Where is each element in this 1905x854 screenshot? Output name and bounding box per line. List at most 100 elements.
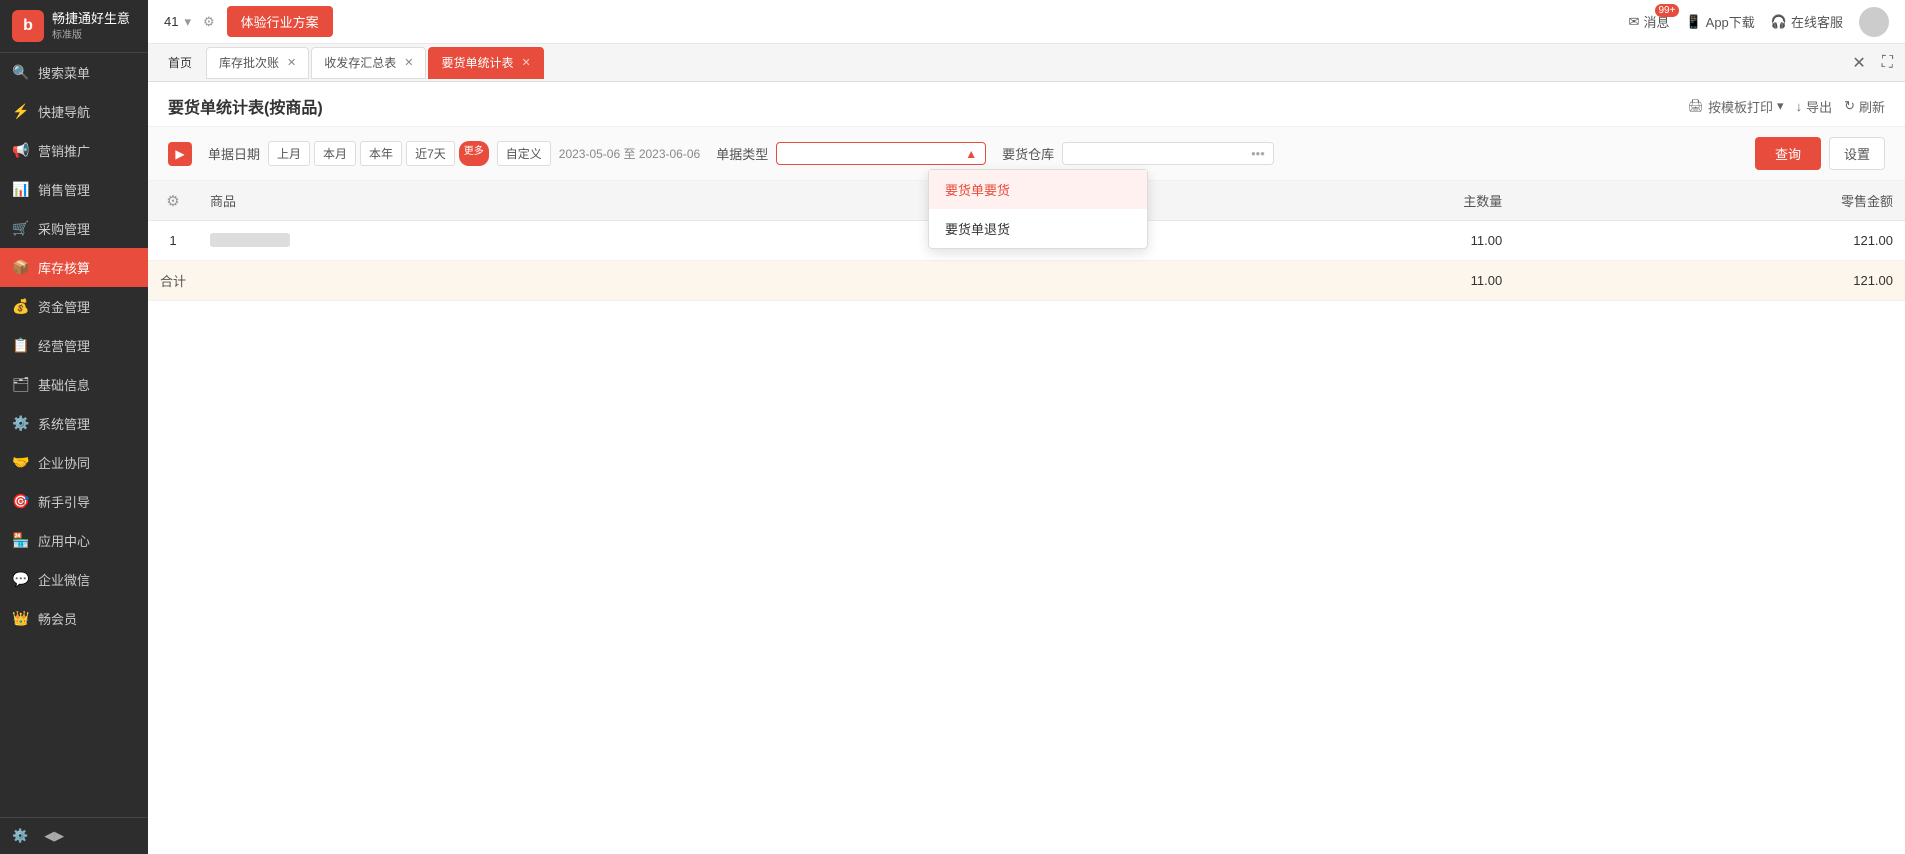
sidebar-item-label: 资金管理 — [38, 297, 90, 316]
col-amount: 零售金额 — [1514, 181, 1905, 221]
filter-type-select[interactable]: ▲ — [776, 142, 986, 165]
refresh-icon: ↻ — [1844, 98, 1855, 114]
sidebar-item-newbie[interactable]: 🎯 新手引导 — [0, 482, 148, 521]
sidebar-search-label: 搜索菜单 — [38, 63, 90, 82]
sidebar-item-marketing[interactable]: 📢 营销推广 — [0, 131, 148, 170]
wechat-icon: 💬 — [12, 571, 30, 588]
topbar-gear-icon[interactable]: ⚙ — [203, 14, 215, 30]
main-area: 41 ▾ ⚙ 体验行业方案 ✉ 消息 99+ 📱 App下载 🎧 在线客服 — [148, 0, 1905, 854]
store-selector[interactable]: 41 ▾ — [164, 14, 191, 30]
sidebar-item-label: 新手引导 — [38, 492, 90, 511]
settings-button[interactable]: 设置 — [1829, 137, 1885, 170]
product-blurred-text — [210, 233, 290, 247]
refresh-btn[interactable]: ↻ 刷新 — [1844, 97, 1885, 116]
member-icon: 👑 — [12, 610, 30, 627]
col-product: 商品 — [198, 181, 733, 221]
print-chevron-icon: ▾ — [1777, 98, 1784, 114]
tab-requisition-close[interactable]: ✕ — [522, 56, 531, 69]
export-icon: ↓ — [1796, 99, 1803, 114]
filter-warehouse-more-icon: ••• — [1251, 146, 1265, 161]
sidebar-item-enterprise[interactable]: 🤝 企业协同 — [0, 443, 148, 482]
sidebar-item-sales[interactable]: 📊 销售管理 — [0, 170, 148, 209]
export-label: 导出 — [1806, 97, 1832, 116]
tab-collect-label: 收发存汇总表 — [324, 54, 396, 71]
export-btn[interactable]: ↓ 导出 — [1796, 97, 1833, 116]
print-template-btn[interactable]: 🖨 按模板打印 ▾ — [1688, 97, 1784, 116]
tab-home-label: 首页 — [168, 54, 192, 71]
table-settings-icon[interactable]: ⚙ — [166, 193, 179, 210]
sidebar-item-finance[interactable]: 💰 资金管理 — [0, 287, 148, 326]
filter-date-group: 单据日期 上月 本月 本年 近7天 更多 自定义 2023-05-06 至 20… — [208, 141, 700, 166]
tabs-close-all-btn[interactable]: ✕ — [1848, 49, 1869, 77]
tabs-bar: 首页 库存批次账 ✕ 收发存汇总表 ✕ 要货单统计表 ✕ ✕ ⛶ — [148, 44, 1905, 82]
app-name: 畅捷通好生意 — [52, 11, 130, 27]
sidebar-item-member[interactable]: 👑 畅会员 — [0, 599, 148, 638]
filter-bar: ▶ 单据日期 上月 本月 本年 近7天 更多 自定义 2023-05-06 至 … — [148, 127, 1905, 181]
app-download-btn[interactable]: 📱 App下载 — [1685, 12, 1754, 31]
sidebar-item-system[interactable]: ⚙️ 系统管理 — [0, 404, 148, 443]
filter-warehouse-input[interactable] — [1071, 146, 1247, 161]
basic-icon: 🗂 — [12, 376, 30, 393]
app-sub: 标准版 — [52, 26, 130, 41]
print-icon: 🖨 — [1688, 98, 1705, 114]
tab-requisition[interactable]: 要货单统计表 ✕ — [428, 47, 543, 79]
sidebar-item-wechat[interactable]: 💬 企业微信 — [0, 560, 148, 599]
filter-warehouse-label: 要货仓库 — [1002, 144, 1054, 163]
page-title: 要货单统计表(按商品) — [168, 94, 323, 118]
sidebar-item-search[interactable]: 🔍 搜索菜单 — [0, 53, 148, 92]
tab-requisition-label: 要货单统计表 — [441, 54, 513, 71]
filter-last-7days-btn[interactable]: 近7天 — [406, 141, 455, 166]
topbar-right: ✉ 消息 99+ 📱 App下载 🎧 在线客服 — [1629, 7, 1889, 37]
search-icon: 🔍 — [12, 64, 30, 81]
tab-collect-close[interactable]: ✕ — [404, 56, 413, 69]
sidebar-item-appstore[interactable]: 🏪 应用中心 — [0, 521, 148, 560]
filter-this-month-btn[interactable]: 本月 — [314, 141, 356, 166]
messages-btn[interactable]: ✉ 消息 99+ — [1629, 12, 1670, 31]
sidebar-item-label: 营销推广 — [38, 141, 90, 160]
filter-date-buttons: 上月 本月 本年 近7天 更多 — [268, 141, 489, 166]
col-quantity-label: 主数量 — [1463, 194, 1502, 209]
query-button[interactable]: 查询 — [1755, 137, 1821, 170]
sidebar-item-label: 畅会员 — [38, 609, 77, 628]
sidebar-item-label: 系统管理 — [38, 414, 90, 433]
sidebar-item-quicknav[interactable]: ⚡ 快捷导航 — [0, 92, 148, 131]
filter-last-month-btn[interactable]: 上月 — [268, 141, 310, 166]
filter-expand-btn[interactable]: ▶ — [168, 142, 192, 166]
online-service-btn[interactable]: 🎧 在线客服 — [1771, 12, 1843, 31]
user-avatar[interactable] — [1859, 7, 1889, 37]
settings-icon[interactable]: ⚙️ — [12, 828, 28, 844]
sidebar-item-inventory[interactable]: 📦 库存核算 — [0, 248, 148, 287]
tabs-expand-btn[interactable]: ⛶ — [1878, 50, 1897, 76]
sidebar-item-label: 基础信息 — [38, 375, 90, 394]
tab-batch-close[interactable]: ✕ — [287, 56, 296, 69]
tab-collect[interactable]: 收发存汇总表 ✕ — [311, 47, 426, 79]
filter-custom-btn[interactable]: 自定义 — [497, 141, 551, 166]
sidebar-item-label: 应用中心 — [38, 531, 90, 550]
dropdown-item-requisition-return[interactable]: 要货单退货 — [929, 209, 1147, 248]
sidebar-item-basic[interactable]: 🗂 基础信息 — [0, 365, 148, 404]
tab-home[interactable]: 首页 — [156, 47, 204, 79]
filter-date-label: 单据日期 — [208, 144, 260, 163]
filter-more-badge[interactable]: 更多 — [459, 141, 489, 166]
sidebar-item-operations[interactable]: 📋 经营管理 — [0, 326, 148, 365]
message-icon: ✉ — [1629, 14, 1640, 30]
refresh-label: 刷新 — [1859, 97, 1885, 116]
tab-batch[interactable]: 库存批次账 ✕ — [206, 47, 309, 79]
trial-button[interactable]: 体验行业方案 — [227, 6, 333, 37]
sidebar-item-purchase[interactable]: 🛒 采购管理 — [0, 209, 148, 248]
online-service-label: 在线客服 — [1791, 12, 1843, 31]
store-number: 41 — [164, 14, 178, 29]
app-name-block: 畅捷通好生意 标准版 — [52, 11, 130, 42]
collapse-icon[interactable]: ◀▶ — [44, 828, 64, 844]
filter-type-arrow-icon: ▲ — [965, 147, 977, 161]
newbie-icon: 🎯 — [12, 493, 30, 510]
appstore-icon: 🏪 — [12, 532, 30, 549]
footer-quantity: 11.00 — [1190, 261, 1514, 301]
filter-type-input[interactable] — [785, 146, 961, 161]
filter-this-year-btn[interactable]: 本年 — [360, 141, 402, 166]
filter-warehouse-group: 要货仓库 ••• — [1002, 142, 1274, 165]
page-actions: 🖨 按模板打印 ▾ ↓ 导出 ↻ 刷新 — [1688, 97, 1886, 116]
filter-warehouse-select[interactable]: ••• — [1062, 142, 1274, 165]
dropdown-item-requisition-order[interactable]: 要货单要货 — [929, 170, 1147, 209]
footer-empty-unit — [733, 261, 1191, 301]
